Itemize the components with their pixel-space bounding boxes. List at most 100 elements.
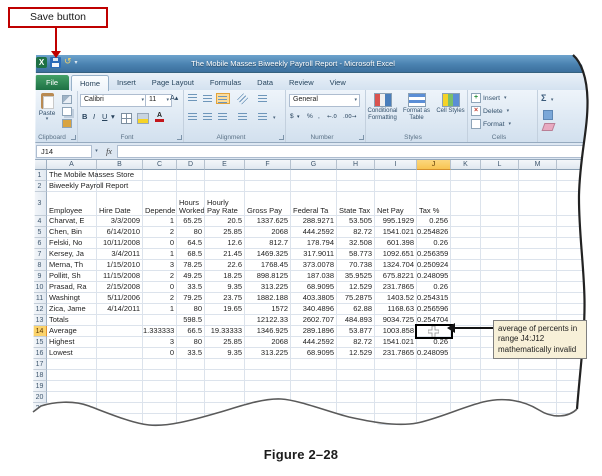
- cell-L9[interactable]: [481, 271, 519, 282]
- cell-M5[interactable]: [519, 227, 557, 238]
- cell-D3[interactable]: Hours Worked: [177, 192, 205, 216]
- tab-insert[interactable]: Insert: [109, 75, 144, 90]
- cell-C4[interactable]: 1: [143, 216, 177, 227]
- align-right-icon[interactable]: [217, 112, 229, 121]
- cell-J18[interactable]: [417, 370, 451, 381]
- cell-J8[interactable]: 0.250924: [417, 260, 451, 271]
- cell-K3[interactable]: [451, 192, 481, 216]
- cell-K1[interactable]: [451, 170, 481, 181]
- cell-C6[interactable]: 0: [143, 238, 177, 249]
- row-header-6[interactable]: 6: [33, 238, 47, 249]
- cell-A2[interactable]: Biweekly Payroll Report: [47, 181, 128, 192]
- cell-L1[interactable]: [481, 170, 519, 181]
- fill-icon[interactable]: [543, 110, 553, 120]
- cell-F22[interactable]: [245, 414, 291, 425]
- paste-dropdown-icon[interactable]: ▾: [36, 117, 58, 122]
- cell-L4[interactable]: [481, 216, 519, 227]
- cell-C12[interactable]: 1: [143, 304, 177, 315]
- cell-F6[interactable]: 812.7: [245, 238, 291, 249]
- cell-J2[interactable]: [417, 181, 451, 192]
- cell-C3[interactable]: Depender: [143, 192, 177, 216]
- name-box-dropdown-icon[interactable]: ▾: [92, 145, 101, 158]
- cell-K9[interactable]: [451, 271, 481, 282]
- cell-I14[interactable]: 1003.858: [375, 326, 417, 337]
- cell-E8[interactable]: 22.6: [205, 260, 245, 271]
- cell-B10[interactable]: 2/15/2008: [97, 282, 143, 293]
- cell-J7[interactable]: 0.256359: [417, 249, 451, 260]
- cell-D4[interactable]: 65.25: [177, 216, 205, 227]
- cell-B5[interactable]: 6/14/2010: [97, 227, 143, 238]
- cell-J9[interactable]: 0.248095: [417, 271, 451, 282]
- cell-D17[interactable]: [177, 359, 205, 370]
- cell-B20[interactable]: [97, 392, 143, 403]
- cell-J10[interactable]: 0.26: [417, 282, 451, 293]
- cell-A14[interactable]: Average: [47, 326, 97, 337]
- cell-L6[interactable]: [481, 238, 519, 249]
- cell-D6[interactable]: 64.5: [177, 238, 205, 249]
- cell-I10[interactable]: 231.7865: [375, 282, 417, 293]
- cell-A13[interactable]: Totals: [47, 315, 97, 326]
- cell-H1[interactable]: [337, 170, 375, 181]
- cell-K15[interactable]: [451, 337, 481, 348]
- cell-E17[interactable]: [205, 359, 245, 370]
- cell-A22[interactable]: [47, 414, 97, 425]
- cell-B11[interactable]: 5/11/2006: [97, 293, 143, 304]
- cell-M18[interactable]: [519, 370, 557, 381]
- borders-icon[interactable]: [121, 113, 132, 124]
- column-header-C[interactable]: C: [143, 160, 177, 170]
- cell-I6[interactable]: 601.398: [375, 238, 417, 249]
- cell-G7[interactable]: 317.9011: [291, 249, 337, 260]
- cell-C2[interactable]: [143, 181, 177, 192]
- cell-J5[interactable]: 0.254826: [417, 227, 451, 238]
- middle-align-icon[interactable]: [202, 94, 214, 103]
- cell-K16[interactable]: [451, 348, 481, 359]
- merge-center-icon[interactable]: [257, 112, 269, 121]
- column-header-G[interactable]: G: [291, 160, 337, 170]
- cell-B15[interactable]: [97, 337, 143, 348]
- cell-H17[interactable]: [337, 359, 375, 370]
- cell-F5[interactable]: 2068: [245, 227, 291, 238]
- cell-E9[interactable]: 18.25: [205, 271, 245, 282]
- insert-dropdown-icon[interactable]: ▾: [502, 93, 509, 103]
- cell-C21[interactable]: [143, 403, 177, 414]
- cell-styles-button[interactable]: Cell Styles: [434, 93, 467, 115]
- cell-H11[interactable]: 75.2875: [337, 293, 375, 304]
- cut-icon[interactable]: [62, 95, 72, 104]
- row-header-15[interactable]: 15: [33, 337, 47, 348]
- cell-G5[interactable]: 444.2592: [291, 227, 337, 238]
- format-painter-icon[interactable]: [62, 119, 72, 128]
- cell-C9[interactable]: 2: [143, 271, 177, 282]
- cell-J4[interactable]: 0.256: [417, 216, 451, 227]
- cell-H16[interactable]: 12.529: [337, 348, 375, 359]
- wrap-text-icon[interactable]: [257, 94, 269, 103]
- cell-D14[interactable]: 66.5: [177, 326, 205, 337]
- cell-G21[interactable]: [291, 403, 337, 414]
- cell-M22[interactable]: [519, 414, 557, 425]
- cell-G15[interactable]: 444.2592: [291, 337, 337, 348]
- clear-icon[interactable]: [541, 123, 556, 131]
- row-header-19[interactable]: 19: [33, 381, 47, 392]
- column-header-J[interactable]: J: [417, 160, 451, 170]
- column-header-I[interactable]: I: [375, 160, 417, 170]
- autosum-button[interactable]: Σ ▾: [541, 93, 555, 105]
- cell-I15[interactable]: 1541.021: [375, 337, 417, 348]
- cell-D11[interactable]: 79.25: [177, 293, 205, 304]
- cell-G4[interactable]: 288.9271: [291, 216, 337, 227]
- cell-C7[interactable]: 1: [143, 249, 177, 260]
- indent-icon[interactable]: [237, 112, 249, 121]
- cell-G6[interactable]: 178.794: [291, 238, 337, 249]
- align-left-icon[interactable]: [187, 112, 199, 121]
- cell-G9[interactable]: 187.038: [291, 271, 337, 282]
- cell-M2[interactable]: [519, 181, 557, 192]
- cell-M21[interactable]: [519, 403, 557, 414]
- cell-B14[interactable]: [97, 326, 143, 337]
- cell-K7[interactable]: [451, 249, 481, 260]
- comma-format-icon[interactable]: ,: [318, 112, 320, 122]
- cell-D22[interactable]: [177, 414, 205, 425]
- column-header-B[interactable]: B: [97, 160, 143, 170]
- column-header-H[interactable]: H: [337, 160, 375, 170]
- cell-A17[interactable]: [47, 359, 97, 370]
- cell-J19[interactable]: [417, 381, 451, 392]
- cell-I16[interactable]: 231.7865: [375, 348, 417, 359]
- cell-C16[interactable]: 0: [143, 348, 177, 359]
